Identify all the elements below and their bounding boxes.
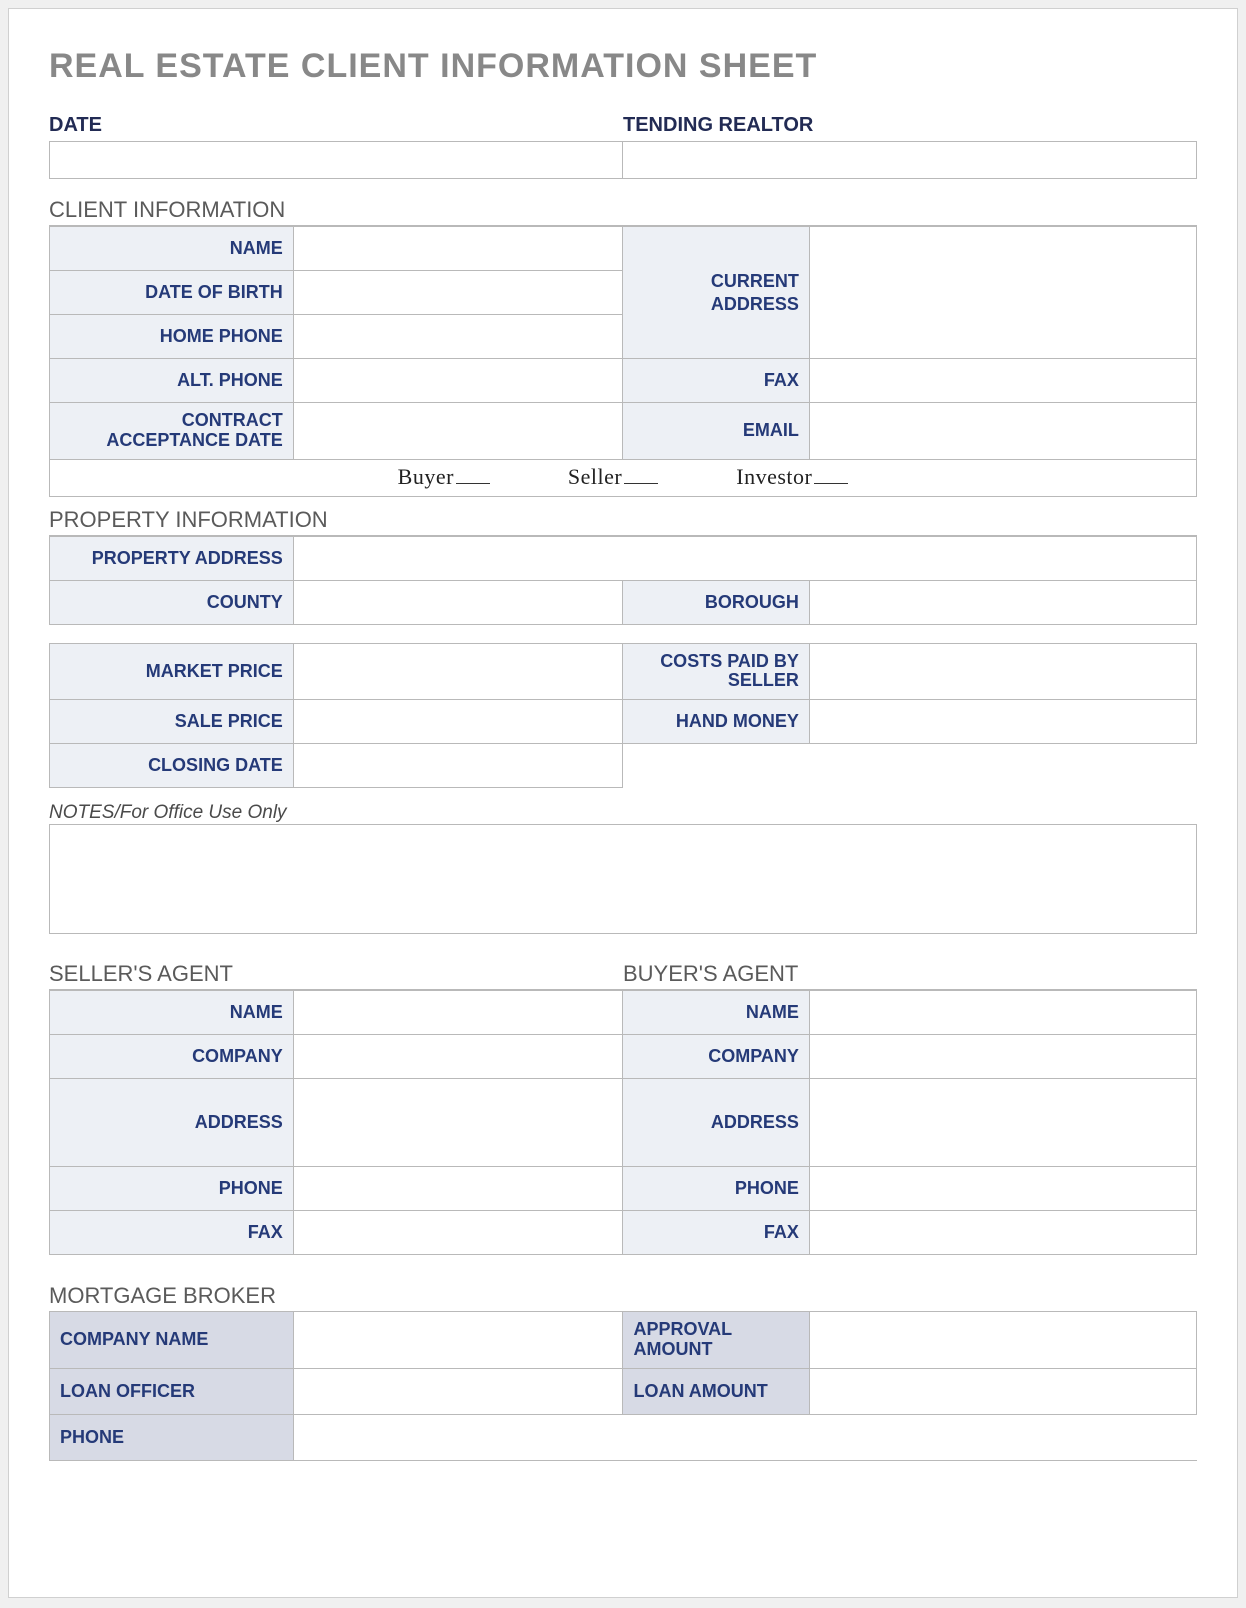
current-address-input[interactable] xyxy=(810,265,1196,315)
client-role-row: Buyer Seller Investor xyxy=(50,459,1197,496)
client-info-table: NAME CURRENT ADDRESS DATE OF BIRTH HOME … xyxy=(49,226,1197,497)
top-row: DATE TENDING REALTOR xyxy=(49,114,1197,141)
loan-officer-label: LOAN OFFICER xyxy=(50,1368,294,1414)
form-page: REAL ESTATE CLIENT INFORMATION SHEET DAT… xyxy=(8,8,1238,1598)
alt-phone-input[interactable] xyxy=(294,361,623,401)
notes-input[interactable] xyxy=(49,824,1197,934)
property-pricing-table: MARKET PRICE COSTS PAID BY SELLER SALE P… xyxy=(49,643,1197,789)
seller-address-label: ADDRESS xyxy=(50,1079,294,1167)
buyers-agent-heading: BUYER'S AGENT xyxy=(623,961,1197,990)
home-phone-input[interactable] xyxy=(294,317,623,357)
buyer-address-input[interactable] xyxy=(810,1095,1196,1145)
mortgage-broker-table: COMPANY NAME APPROVAL AMOUNT LOAN OFFICE… xyxy=(49,1311,1197,1461)
sellers-agent-heading: SELLER'S AGENT xyxy=(49,961,623,990)
property-address-label: PROPERTY ADDRESS xyxy=(50,536,294,580)
sale-price-input[interactable] xyxy=(294,702,623,742)
buyer-fax-input[interactable] xyxy=(810,1213,1196,1253)
current-address-label: CURRENT ADDRESS xyxy=(623,227,809,359)
tending-realtor-label: TENDING REALTOR xyxy=(623,114,1197,141)
seller-fax-input[interactable] xyxy=(294,1213,623,1253)
fax-input[interactable] xyxy=(810,361,1196,401)
hand-money-label: HAND MONEY xyxy=(623,700,809,744)
sale-price-label: SALE PRICE xyxy=(50,700,294,744)
contract-date-input[interactable] xyxy=(294,411,623,451)
page-title: REAL ESTATE CLIENT INFORMATION SHEET xyxy=(49,47,1197,86)
closing-date-label: CLOSING DATE xyxy=(50,744,294,788)
county-input[interactable] xyxy=(294,582,623,622)
company-name-input[interactable] xyxy=(294,1320,623,1360)
role-investor-blank[interactable] xyxy=(814,483,848,484)
property-info-heading: PROPERTY INFORMATION xyxy=(49,507,1197,536)
buyer-company-input[interactable] xyxy=(810,1037,1196,1077)
date-label: DATE xyxy=(49,114,623,141)
contract-date-label: CONTRACT ACCEPTANCE DATE xyxy=(50,403,294,460)
home-phone-label: HOME PHONE xyxy=(50,315,294,359)
buyer-name-label: NAME xyxy=(623,991,809,1035)
property-info-table: PROPERTY ADDRESS COUNTY BOROUGH xyxy=(49,536,1197,625)
buyer-phone-label: PHONE xyxy=(623,1167,809,1211)
alt-phone-label: ALT. PHONE xyxy=(50,359,294,403)
seller-company-label: COMPANY xyxy=(50,1035,294,1079)
company-name-label: COMPANY NAME xyxy=(50,1312,294,1369)
costs-paid-input[interactable] xyxy=(810,651,1196,691)
seller-name-label: NAME xyxy=(50,991,294,1035)
name-label: NAME xyxy=(50,227,294,271)
agents-table: NAME NAME COMPANY COMPANY ADDRESS ADDRES… xyxy=(49,990,1197,1255)
email-input[interactable] xyxy=(810,411,1196,451)
buyer-name-input[interactable] xyxy=(810,993,1196,1033)
buyer-company-label: COMPANY xyxy=(623,1035,809,1079)
name-input[interactable] xyxy=(294,229,623,269)
tending-realtor-input[interactable] xyxy=(623,141,1197,179)
buyer-phone-input[interactable] xyxy=(810,1169,1196,1209)
mortgage-broker-heading: MORTGAGE BROKER xyxy=(49,1283,1197,1311)
role-seller-blank[interactable] xyxy=(624,483,658,484)
seller-company-input[interactable] xyxy=(294,1037,623,1077)
approval-amount-label: APPROVAL AMOUNT xyxy=(623,1312,809,1369)
costs-paid-label: COSTS PAID BY SELLER xyxy=(623,643,809,700)
role-seller-label: Seller xyxy=(568,464,622,489)
role-investor-label: Investor xyxy=(736,464,812,489)
market-price-label: MARKET PRICE xyxy=(50,643,294,700)
property-address-input[interactable] xyxy=(294,538,1196,578)
date-input[interactable] xyxy=(49,141,623,179)
county-label: COUNTY xyxy=(50,580,294,624)
borough-input[interactable] xyxy=(810,582,1196,622)
buyer-address-label: ADDRESS xyxy=(623,1079,809,1167)
seller-phone-input[interactable] xyxy=(294,1169,623,1209)
market-price-input[interactable] xyxy=(294,651,623,691)
seller-phone-label: PHONE xyxy=(50,1167,294,1211)
dob-label: DATE OF BIRTH xyxy=(50,271,294,315)
loan-amount-input[interactable] xyxy=(810,1371,1196,1411)
role-buyer-blank[interactable] xyxy=(456,483,490,484)
broker-phone-input[interactable] xyxy=(294,1417,1197,1457)
broker-phone-label: PHONE xyxy=(50,1414,294,1460)
role-buyer-label: Buyer xyxy=(398,464,454,489)
fax-label: FAX xyxy=(623,359,809,403)
approval-amount-input[interactable] xyxy=(810,1320,1196,1360)
agents-headings: SELLER'S AGENT BUYER'S AGENT xyxy=(49,961,1197,990)
email-label: EMAIL xyxy=(623,403,809,460)
seller-address-input[interactable] xyxy=(294,1095,623,1145)
loan-amount-label: LOAN AMOUNT xyxy=(623,1368,809,1414)
loan-officer-input[interactable] xyxy=(294,1371,623,1411)
client-info-heading: CLIENT INFORMATION xyxy=(49,197,1197,226)
dob-input[interactable] xyxy=(294,273,623,313)
notes-label: NOTES/For Office Use Only xyxy=(49,802,1197,824)
hand-money-input[interactable] xyxy=(810,702,1196,742)
seller-name-input[interactable] xyxy=(294,993,623,1033)
borough-label: BOROUGH xyxy=(623,580,809,624)
seller-fax-label: FAX xyxy=(50,1211,294,1255)
buyer-fax-label: FAX xyxy=(623,1211,809,1255)
closing-date-input[interactable] xyxy=(294,746,623,786)
